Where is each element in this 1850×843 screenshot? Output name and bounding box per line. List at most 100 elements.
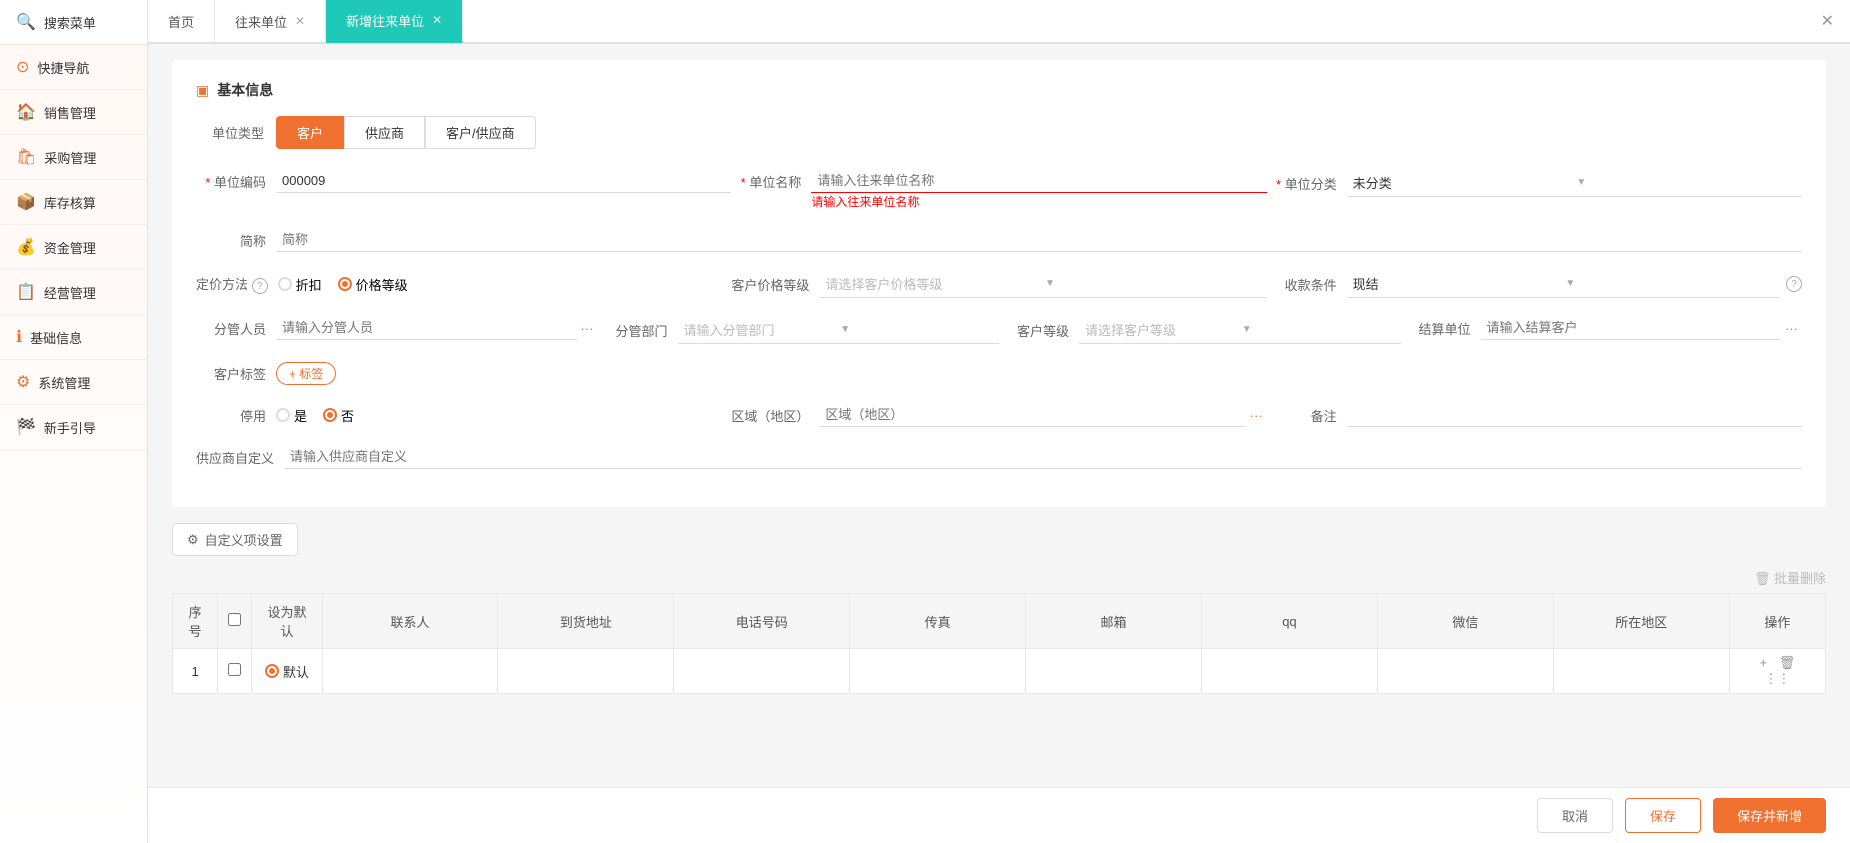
radio-discount-circle — [278, 277, 292, 291]
btn-customer[interactable]: 客户 — [276, 116, 344, 149]
th-address: 到货地址 — [498, 594, 674, 649]
chevron-down-icon: ▼ — [1242, 324, 1395, 335]
sidebar-item-search[interactable]: 🔍 搜索菜单 — [0, 0, 147, 45]
basic-info-card: ▣ 基本信息 单位类型 客户 供应商 客户/供应商 单位编码 单位名称 — [172, 60, 1826, 507]
add-tag-btn[interactable]: + 标签 — [276, 362, 336, 385]
btn-both[interactable]: 客户/供应商 — [425, 116, 536, 149]
unit-name-label: 单位名称 — [731, 172, 811, 191]
manager-input[interactable] — [276, 316, 577, 340]
close-new-partner-tab[interactable]: ✕ — [432, 13, 442, 27]
radio-price-level[interactable]: 价格等级 — [338, 275, 408, 294]
th-action: 操作 — [1729, 594, 1825, 649]
unit-code-input[interactable] — [276, 169, 731, 193]
default-radio-circle — [265, 664, 279, 678]
short-name-input[interactable] — [276, 228, 1802, 252]
region-more-btn[interactable]: ··· — [1246, 408, 1267, 423]
sidebar-item-label: 基础信息 — [30, 328, 82, 347]
region-input[interactable] — [819, 403, 1245, 427]
field-manager: 分管人员 ··· — [196, 316, 598, 340]
field-dept: 分管部门 请输入分管部门 ▼ — [598, 316, 1000, 344]
section-icon: ▣ — [196, 82, 209, 99]
disable-radio-group: 是 否 — [276, 406, 354, 425]
sidebar-item-label: 系统管理 — [38, 373, 90, 392]
supplier-custom-label: 供应商自定义 — [196, 448, 284, 467]
gear-icon: ⚙ — [187, 532, 199, 548]
remark-input[interactable] — [1347, 403, 1802, 427]
cell-wechat — [1377, 649, 1553, 694]
settlement-label: 结算单位 — [1401, 319, 1481, 338]
settlement-input[interactable] — [1481, 316, 1782, 340]
payment-help-icon[interactable]: ? — [1786, 276, 1802, 292]
th-no: 序号 — [173, 594, 218, 649]
sidebar-item-system[interactable]: ⚙ 系统管理 — [0, 360, 147, 405]
field-unit-name: 单位名称 请输入往来单位名称 — [731, 169, 1266, 210]
add-row-btn[interactable]: + — [1759, 655, 1767, 670]
close-partners-tab[interactable]: ✕ — [295, 14, 305, 28]
settlement-more-btn[interactable]: ··· — [1781, 321, 1802, 336]
radio-no[interactable]: 否 — [323, 406, 354, 425]
customer-level-select[interactable]: 请选择客户等级 ▼ — [1079, 316, 1401, 344]
cancel-button[interactable]: 取消 — [1537, 798, 1613, 833]
tab-new-partner[interactable]: 新增往来单位 ✕ — [326, 0, 463, 43]
cell-email — [1026, 649, 1202, 694]
close-all-tabs[interactable]: ✕ — [1805, 11, 1850, 31]
sidebar-item-label: 经营管理 — [44, 283, 96, 302]
radio-yes[interactable]: 是 — [276, 406, 307, 425]
custom-settings-btn[interactable]: ⚙ 自定义项设置 — [172, 523, 298, 556]
row-checkbox[interactable] — [228, 663, 241, 676]
sidebar-item-sales[interactable]: 🏠 销售管理 — [0, 90, 147, 135]
unit-type-label: 单位类型 — [196, 123, 276, 142]
unit-name-error: 请输入往来单位名称 — [811, 195, 919, 209]
sidebar-item-purchase[interactable]: 🛍 采购管理 — [0, 135, 147, 180]
home-icon: ⊙ — [16, 57, 29, 77]
sidebar-item-label: 快捷导航 — [37, 58, 89, 77]
radio-discount[interactable]: 折扣 — [278, 275, 322, 294]
qq-input[interactable] — [1212, 664, 1367, 679]
sidebar-item-guide[interactable]: 🏁 新手引导 — [0, 405, 147, 450]
bottom-bar: 取消 保存 保存并新增 — [148, 787, 1850, 843]
location-input[interactable] — [1564, 664, 1719, 679]
field-customer-level: 客户等级 请选择客户等级 ▼ — [999, 316, 1401, 344]
tab-partners[interactable]: 往来单位 ✕ — [215, 0, 326, 43]
field-short-name: 简称 — [196, 228, 1802, 252]
payment-terms-select[interactable]: 现结 ▼ — [1347, 270, 1780, 298]
table-row: 1 默认 — [173, 649, 1826, 694]
supplier-custom-input[interactable] — [284, 445, 1802, 469]
phone-input[interactable] — [684, 664, 839, 679]
disable-label: 停用 — [196, 406, 276, 425]
sidebar-item-basic-info[interactable]: ℹ 基础信息 — [0, 315, 147, 360]
unit-type-row: 单位类型 客户 供应商 客户/供应商 — [196, 116, 1802, 149]
cell-qq — [1201, 649, 1377, 694]
unit-category-select[interactable]: 未分类 ▼ — [1347, 169, 1802, 197]
wechat-input[interactable] — [1388, 664, 1543, 679]
delete-row-btn[interactable]: 🗑 — [1779, 655, 1796, 670]
row-short-name: 简称 — [196, 228, 1802, 252]
main-area: 首页 往来单位 ✕ 新增往来单位 ✕ ✕ ▣ 基本信息 单位类型 客户 供应商 … — [148, 0, 1850, 843]
sidebar-item-operations[interactable]: 📋 经营管理 — [0, 270, 147, 315]
customer-price-level-select[interactable]: 请选择客户价格等级 ▼ — [819, 270, 1266, 298]
sidebar-item-finance[interactable]: 💰 资金管理 — [0, 225, 147, 270]
th-fax: 传真 — [850, 594, 1026, 649]
radio-yes-circle — [276, 408, 290, 422]
unit-name-input[interactable] — [811, 169, 1266, 193]
manager-more-btn[interactable]: ··· — [577, 321, 598, 336]
bulk-delete-btn[interactable]: 🗑 批量删除 — [172, 568, 1826, 587]
default-radio-label[interactable]: 默认 — [262, 662, 311, 681]
tab-home[interactable]: 首页 — [148, 0, 215, 43]
row-supplier-custom: 供应商自定义 — [196, 445, 1802, 469]
save-new-button[interactable]: 保存并新增 — [1713, 798, 1826, 833]
select-all-checkbox[interactable] — [228, 613, 241, 626]
sidebar-item-inventory[interactable]: 📦 库存核算 — [0, 180, 147, 225]
drag-handle[interactable]: ⋮⋮ — [1764, 671, 1790, 686]
address-input[interactable] — [508, 664, 663, 679]
contact-input[interactable] — [333, 664, 488, 679]
help-icon[interactable]: ? — [252, 278, 268, 294]
email-input[interactable] — [1036, 664, 1191, 679]
dept-select[interactable]: 请输入分管部门 ▼ — [678, 316, 1000, 344]
save-button[interactable]: 保存 — [1625, 798, 1701, 833]
cell-address — [498, 649, 674, 694]
btn-supplier[interactable]: 供应商 — [344, 116, 425, 149]
fax-input[interactable] — [860, 664, 1015, 679]
row-disable: 停用 是 否 区域（地区） ··· — [196, 403, 1802, 427]
sidebar-item-quick-nav[interactable]: ⊙ 快捷导航 — [0, 45, 147, 90]
